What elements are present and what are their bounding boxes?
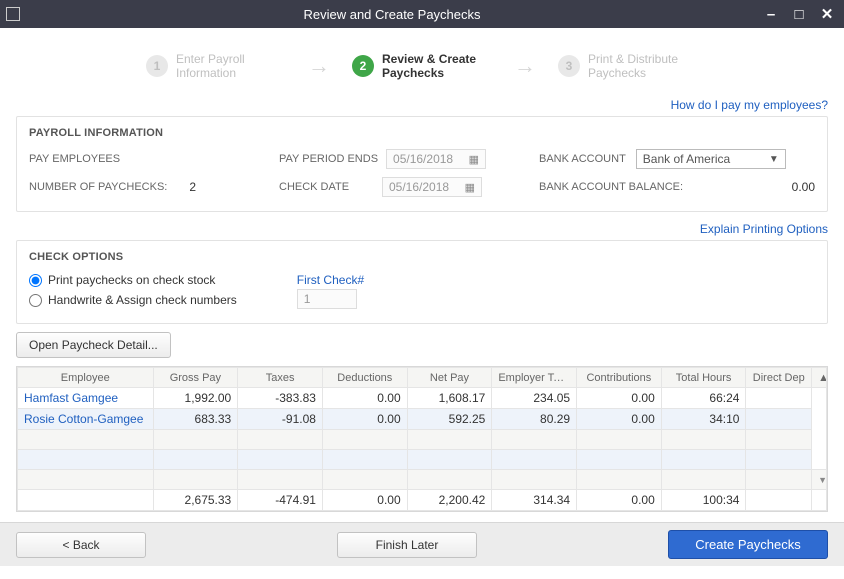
cell-contrib: 0.00 — [577, 388, 662, 409]
pay-employees-label: PAY EMPLOYEES — [29, 153, 259, 165]
section-header: PAYROLL INFORMATION — [29, 127, 815, 139]
calendar-icon[interactable]: ▦ — [465, 181, 475, 194]
col-gross[interactable]: Gross Pay — [153, 368, 238, 388]
radio-handwrite[interactable]: Handwrite & Assign check numbers — [29, 293, 237, 307]
date-value: 05/16/2018 — [393, 152, 453, 166]
close-button[interactable]: ✕ — [820, 7, 834, 21]
col-hours[interactable]: Total Hours — [661, 368, 746, 388]
cell-taxes: -383.83 — [238, 388, 323, 409]
table-row[interactable]: Hamfast Gamgee 1,992.00 -383.83 0.00 1,6… — [18, 388, 827, 409]
cell-net: 592.25 — [407, 409, 492, 430]
col-employee[interactable]: Employee — [18, 368, 154, 388]
table-row-empty — [18, 450, 827, 470]
step-number-icon: 1 — [146, 55, 168, 77]
wizard-stepper: 1 Enter Payroll Information → 2 Review &… — [16, 52, 828, 80]
explain-printing-link[interactable]: Explain Printing Options — [700, 222, 828, 236]
dropdown-value: Bank of America — [643, 152, 730, 166]
total-emp-tax: 314.34 — [492, 490, 577, 511]
totals-row: 2,675.33 -474.91 0.00 2,200.42 314.34 0.… — [18, 490, 827, 511]
total-net: 2,200.42 — [407, 490, 492, 511]
table-row-empty — [18, 430, 827, 450]
total-deductions: 0.00 — [322, 490, 407, 511]
help-pay-employees-link[interactable]: How do I pay my employees? — [671, 98, 828, 112]
finish-later-button[interactable]: Finish Later — [337, 532, 477, 558]
total-contrib: 0.00 — [577, 490, 662, 511]
col-dd[interactable]: Direct Dep — [746, 368, 812, 388]
step-label: Print & Distribute Paychecks — [588, 52, 698, 80]
radio-input[interactable] — [29, 294, 42, 307]
total-gross: 2,675.33 — [153, 490, 238, 511]
titlebar: Review and Create Paychecks – □ ✕ — [0, 0, 844, 28]
chevron-down-icon: ▼ — [769, 154, 779, 165]
window-menu-icon[interactable] — [6, 7, 20, 21]
col-contrib[interactable]: Contributions — [577, 368, 662, 388]
table-row[interactable]: Rosie Cotton-Gamgee 683.33 -91.08 0.00 5… — [18, 409, 827, 430]
step-print-distribute: 3 Print & Distribute Paychecks — [558, 52, 698, 80]
col-taxes[interactable]: Taxes — [238, 368, 323, 388]
check-date-field[interactable]: 05/16/2018 ▦ — [382, 177, 482, 197]
pay-period-ends-label: PAY PERIOD ENDS — [279, 153, 378, 165]
bank-account-label: BANK ACCOUNT — [539, 153, 626, 165]
total-taxes: -474.91 — [238, 490, 323, 511]
cell-net: 1,608.17 — [407, 388, 492, 409]
cell-hours: 34:10 — [661, 409, 746, 430]
cell-dd — [746, 388, 812, 409]
arrow-right-icon: → — [514, 53, 536, 79]
section-header: CHECK OPTIONS — [29, 251, 815, 263]
cell-deductions: 0.00 — [322, 388, 407, 409]
radio-input[interactable] — [29, 274, 42, 287]
step-number-icon: 3 — [558, 55, 580, 77]
open-paycheck-detail-button[interactable]: Open Paycheck Detail... — [16, 332, 171, 358]
step-enter-payroll: 1 Enter Payroll Information — [146, 52, 286, 80]
scrollbar-track[interactable] — [812, 388, 827, 470]
step-label: Review & Create Paychecks — [382, 52, 492, 80]
cell-hours: 66:24 — [661, 388, 746, 409]
step-label: Enter Payroll Information — [176, 52, 286, 80]
payroll-info-panel: PAYROLL INFORMATION PAY EMPLOYEES PAY PE… — [16, 116, 828, 212]
first-check-input[interactable]: 1 — [297, 289, 357, 309]
cell-gross: 683.33 — [153, 409, 238, 430]
cell-gross: 1,992.00 — [153, 388, 238, 409]
table-row-empty: ▼ — [18, 470, 827, 490]
num-paychecks-value: 2 — [189, 180, 196, 194]
cell-deductions: 0.00 — [322, 409, 407, 430]
employee-name[interactable]: Rosie Cotton-Gamgee — [18, 409, 154, 430]
col-emp-tax[interactable]: Employer Taxes — [492, 368, 577, 388]
radio-label: Handwrite & Assign check numbers — [48, 293, 237, 307]
date-value: 05/16/2018 — [389, 180, 449, 194]
bank-account-dropdown[interactable]: Bank of America ▼ — [636, 149, 786, 169]
pay-period-ends-field[interactable]: 05/16/2018 ▦ — [386, 149, 486, 169]
bank-balance-value: 0.00 — [792, 180, 815, 194]
scroll-up-icon[interactable]: ▲ — [812, 368, 827, 388]
create-paychecks-button[interactable]: Create Paychecks — [668, 530, 828, 559]
back-button[interactable]: < Back — [16, 532, 146, 558]
first-check-label: First Check# — [297, 273, 364, 287]
col-deductions[interactable]: Deductions — [322, 368, 407, 388]
maximize-button[interactable]: □ — [792, 7, 806, 21]
cell-dd — [746, 409, 812, 430]
step-number-icon: 2 — [352, 55, 374, 77]
paycheck-table: Employee Gross Pay Taxes Deductions Net … — [16, 366, 828, 512]
radio-print-stock[interactable]: Print paychecks on check stock — [29, 273, 237, 287]
check-options-panel: CHECK OPTIONS Print paychecks on check s… — [16, 240, 828, 324]
radio-label: Print paychecks on check stock — [48, 273, 215, 287]
num-paychecks-label: NUMBER OF PAYCHECKS: — [29, 181, 167, 193]
total-hours: 100:34 — [661, 490, 746, 511]
employee-name[interactable]: Hamfast Gamgee — [18, 388, 154, 409]
calendar-icon[interactable]: ▦ — [469, 153, 479, 166]
bank-balance-label: BANK ACCOUNT BALANCE: — [539, 181, 683, 193]
arrow-right-icon: → — [308, 53, 330, 79]
col-net[interactable]: Net Pay — [407, 368, 492, 388]
window-title: Review and Create Paychecks — [20, 7, 764, 22]
step-review-create: 2 Review & Create Paychecks — [352, 52, 492, 80]
cell-emp-tax: 234.05 — [492, 388, 577, 409]
check-date-label: CHECK DATE — [279, 181, 374, 193]
footer-bar: < Back Finish Later Create Paychecks — [0, 522, 844, 566]
cell-taxes: -91.08 — [238, 409, 323, 430]
scroll-down-icon[interactable]: ▼ — [812, 470, 827, 490]
table-header-row: Employee Gross Pay Taxes Deductions Net … — [18, 368, 827, 388]
cell-emp-tax: 80.29 — [492, 409, 577, 430]
cell-contrib: 0.00 — [577, 409, 662, 430]
minimize-button[interactable]: – — [764, 7, 778, 21]
